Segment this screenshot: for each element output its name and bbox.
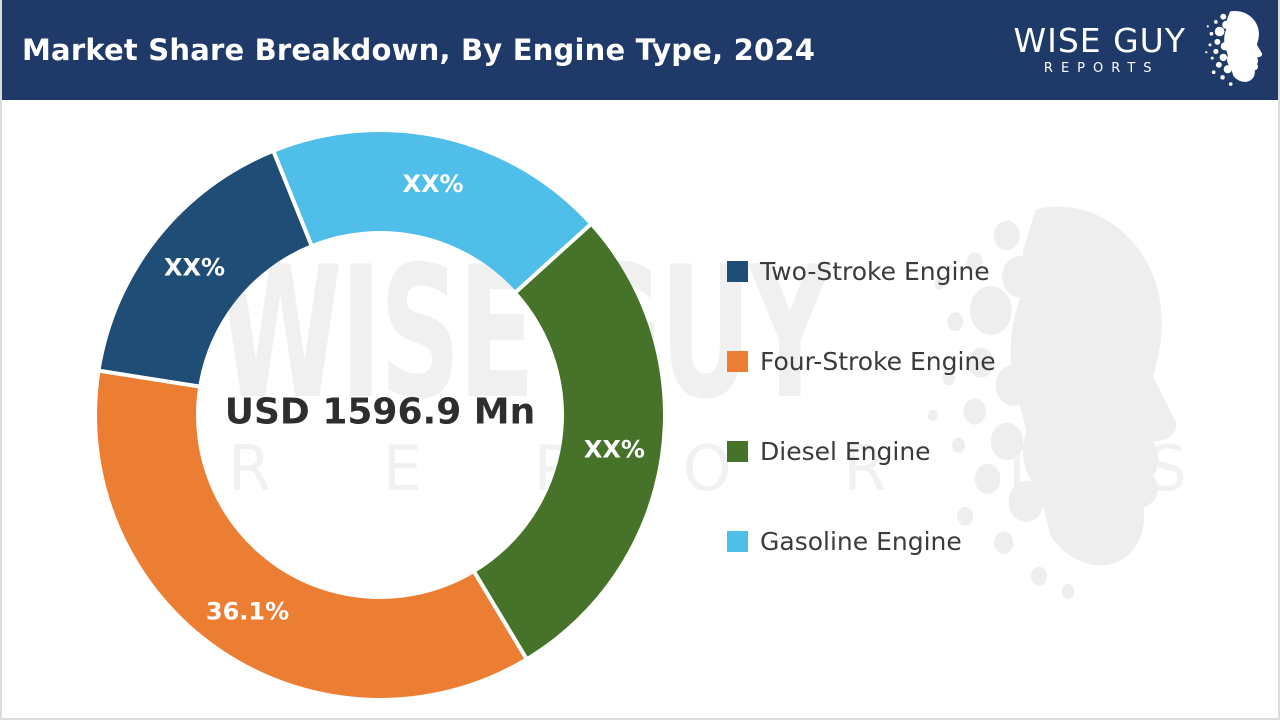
slice-label-two-stroke-engine: XX%: [164, 254, 225, 282]
brand-logo: WISE GUY REPORTS: [1013, 0, 1264, 100]
page-border: [0, 0, 1280, 720]
donut-chart: XX% XX% 36.1% XX%: [96, 132, 663, 698]
legend-item-two-stroke-engine: Two-Stroke Engine: [727, 226, 996, 316]
brand-logo-text: WISE GUY REPORTS: [1013, 24, 1186, 76]
header-bar: Market Share Breakdown, By Engine Type, …: [0, 0, 1280, 100]
legend-swatch-icon: [727, 440, 748, 462]
brand-reports-label: REPORTS: [1043, 61, 1160, 76]
legend-item-four-stroke-engine: Four-Stroke Engine: [727, 316, 996, 406]
report-chart-page: WISE GUY R E P O R T S XX% XX% 36.1% XX% US…: [0, 0, 1280, 720]
brand-head-icon: [1205, 11, 1263, 86]
donut-slice-gasoline-engine: [273, 132, 590, 292]
slice-separator: [98, 368, 201, 389]
chart-legend: Two-Stroke Engine Four-Stroke Engine Diese…: [727, 226, 996, 586]
chart-center-value: USD 1596.9 Mn: [224, 391, 536, 433]
legend-swatch-icon: [727, 260, 748, 282]
legend-swatch-icon: [727, 350, 748, 372]
legend-label: Diesel Engine: [760, 436, 931, 466]
slice-label-four-stroke-engine: 36.1%: [206, 598, 289, 626]
legend-label: Two-Stroke Engine: [760, 256, 990, 286]
slice-label-diesel-engine: XX%: [584, 436, 645, 464]
legend-item-gasoline-engine: Gasoline Engine: [727, 496, 996, 586]
slice-separator: [472, 569, 529, 661]
legend-label: Gasoline Engine: [760, 526, 962, 556]
legend-item-diesel-engine: Diesel Engine: [727, 406, 996, 496]
slice-separator: [513, 222, 593, 295]
legend-label: Four-Stroke Engine: [760, 346, 996, 376]
page-title: Market Share Breakdown, By Engine Type, …: [22, 33, 816, 67]
donut-slice-diesel-engine: [474, 225, 663, 658]
legend-swatch-icon: [727, 530, 748, 552]
slice-label-gasoline-engine: XX%: [402, 170, 463, 198]
donut-slice-two-stroke-engine: [100, 152, 312, 387]
brand-wordmark: WISE GUY: [1013, 21, 1186, 60]
watermark-layer: WISE GUY R E P O R T S: [0, 0, 1280, 720]
slice-separator: [271, 150, 314, 248]
